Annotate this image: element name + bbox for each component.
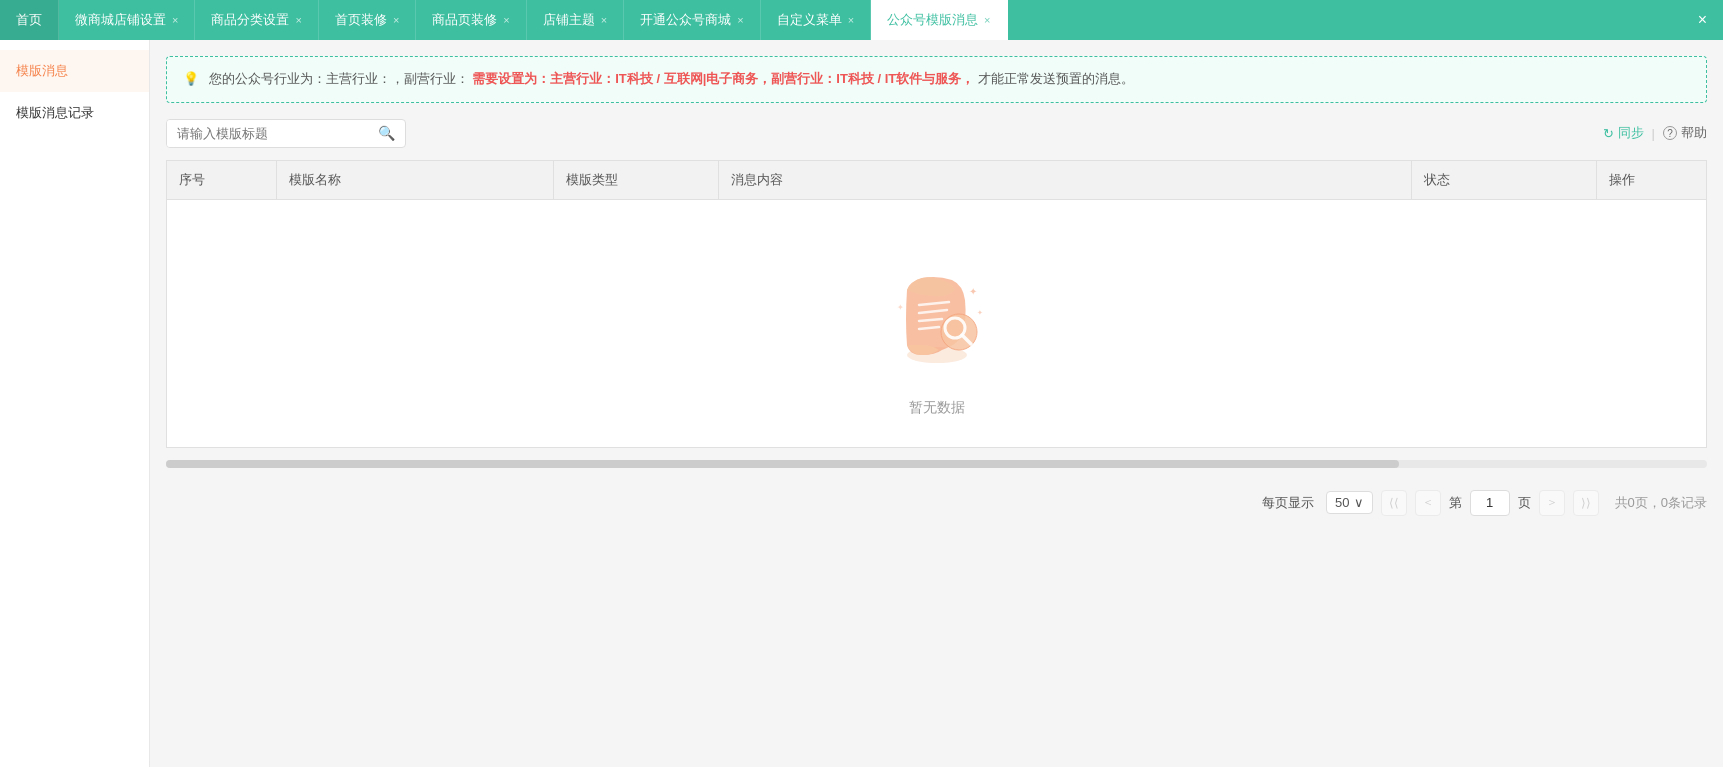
search-actions: ↻ 同步 | ? 帮助 <box>1603 124 1707 142</box>
tab-label: 自定义菜单 <box>777 11 842 29</box>
table-header-cell: 消息内容 <box>719 160 1412 199</box>
help-button[interactable]: ? 帮助 <box>1663 124 1707 142</box>
total-info: 共0页，0条记录 <box>1615 494 1707 512</box>
tab-label: 店铺主题 <box>543 11 595 29</box>
tab-close-button[interactable]: × <box>601 14 607 26</box>
sidebar: 模版消息模版消息记录 <box>0 40 150 767</box>
page-size-value: 50 <box>1335 495 1349 510</box>
notice-suffix: 才能正常发送预置的消息。 <box>978 71 1134 86</box>
empty-illustration: ✦ ✦ ✦ <box>877 260 997 380</box>
horizontal-scrollbar[interactable] <box>166 460 1707 468</box>
tab-label: 商品页装修 <box>432 11 497 29</box>
content-area: 💡 您的公众号行业为：主营行业：，副营行业： 需要设置为：主营行业：IT科技 /… <box>150 40 1723 767</box>
tab-item-5[interactable]: 店铺主题 × <box>527 0 624 40</box>
tab-label: 商品分类设置 <box>211 11 289 29</box>
empty-text: 暂无数据 <box>909 399 965 417</box>
global-close-button[interactable]: × <box>1682 11 1723 29</box>
notice-prefix: 您的公众号行业为：主营行业：，副营行业： <box>209 71 469 86</box>
page-size-chevron: ∨ <box>1354 495 1364 510</box>
tab-label: 首页装修 <box>335 11 387 29</box>
prev-page-button[interactable]: ＜ <box>1415 490 1441 516</box>
notice-banner: 💡 您的公众号行业为：主营行业：，副营行业： 需要设置为：主营行业：IT科技 /… <box>166 56 1707 103</box>
tab-item-7[interactable]: 自定义菜单 × <box>761 0 871 40</box>
svg-text:✦: ✦ <box>897 303 904 312</box>
tab-label: 微商城店铺设置 <box>75 11 166 29</box>
tab-close-button[interactable]: × <box>503 14 509 26</box>
sync-button[interactable]: ↻ 同步 <box>1603 124 1644 142</box>
table-header-cell: 模版名称 <box>276 160 553 199</box>
bulb-icon: 💡 <box>183 71 199 86</box>
table-header-cell: 操作 <box>1597 160 1707 199</box>
svg-text:✦: ✦ <box>977 309 983 316</box>
tab-bar: 首页微商城店铺设置×商品分类设置×首页装修×商品页装修×店铺主题×开通公众号商城… <box>0 0 1723 40</box>
tab-close-button[interactable]: × <box>295 14 301 26</box>
tab-item-2[interactable]: 商品分类设置 × <box>195 0 318 40</box>
tab-item-6[interactable]: 开通公众号商城 × <box>624 0 760 40</box>
sidebar-item-1[interactable]: 模版消息记录 <box>0 92 149 134</box>
tab-close-button[interactable]: × <box>984 14 990 26</box>
table-header-cell: 模版类型 <box>553 160 719 199</box>
help-label: 帮助 <box>1681 124 1707 142</box>
tab-close-button[interactable]: × <box>393 14 399 26</box>
tab-item-8[interactable]: 公众号模版消息 × <box>871 0 1007 40</box>
page-word: 页 <box>1518 494 1531 512</box>
page-size-label: 每页显示 <box>1262 494 1314 512</box>
empty-state: ✦ ✦ ✦ 暂无数据 <box>167 200 1706 447</box>
page-number-input[interactable] <box>1470 490 1510 516</box>
empty-icon-wrap: ✦ ✦ ✦ <box>877 260 997 383</box>
scrollbar-thumb[interactable] <box>166 460 1399 468</box>
tab-item-3[interactable]: 首页装修 × <box>319 0 416 40</box>
search-bar: 🔍 ↻ 同步 | ? 帮助 <box>166 119 1707 148</box>
notice-highlight: 需要设置为：主营行业：IT科技 / 互联网|电子商务，副营行业：IT科技 / I… <box>472 71 974 86</box>
first-page-button[interactable]: ⟨⟨ <box>1381 490 1407 516</box>
last-page-button[interactable]: ⟩⟩ <box>1573 490 1599 516</box>
sync-icon: ↻ <box>1603 126 1614 141</box>
di-word: 第 <box>1449 494 1462 512</box>
tab-label: 公众号模版消息 <box>887 11 978 29</box>
tab-item-0[interactable]: 首页 <box>0 0 59 40</box>
help-icon: ? <box>1663 126 1677 140</box>
next-page-button[interactable]: ＞ <box>1539 490 1565 516</box>
search-input[interactable] <box>167 120 368 147</box>
sidebar-item-0[interactable]: 模版消息 <box>0 50 149 92</box>
sync-label: 同步 <box>1618 124 1644 142</box>
tab-close-button[interactable]: × <box>172 14 178 26</box>
tab-label: 首页 <box>16 11 42 29</box>
svg-text:✦: ✦ <box>969 286 977 297</box>
tab-close-button[interactable]: × <box>737 14 743 26</box>
main-layout: 模版消息模版消息记录 💡 您的公众号行业为：主营行业：，副营行业： 需要设置为：… <box>0 40 1723 767</box>
page-size-select[interactable]: 50 ∨ <box>1326 491 1372 514</box>
data-table: 序号模版名称模版类型消息内容状态操作 <box>166 160 1707 448</box>
divider: | <box>1652 126 1655 141</box>
search-icon[interactable]: 🔍 <box>368 125 405 141</box>
pagination: 每页显示 50 ∨ ⟨⟨ ＜ 第 页 ＞ ⟩⟩ 共0页，0条记录 <box>166 480 1707 526</box>
search-input-wrap[interactable]: 🔍 <box>166 119 406 148</box>
table-header-cell: 序号 <box>167 160 277 199</box>
tab-item-4[interactable]: 商品页装修 × <box>416 0 526 40</box>
tab-item-1[interactable]: 微商城店铺设置 × <box>59 0 195 40</box>
table-header-cell: 状态 <box>1412 160 1597 199</box>
tab-label: 开通公众号商城 <box>640 11 731 29</box>
tab-close-button[interactable]: × <box>848 14 854 26</box>
